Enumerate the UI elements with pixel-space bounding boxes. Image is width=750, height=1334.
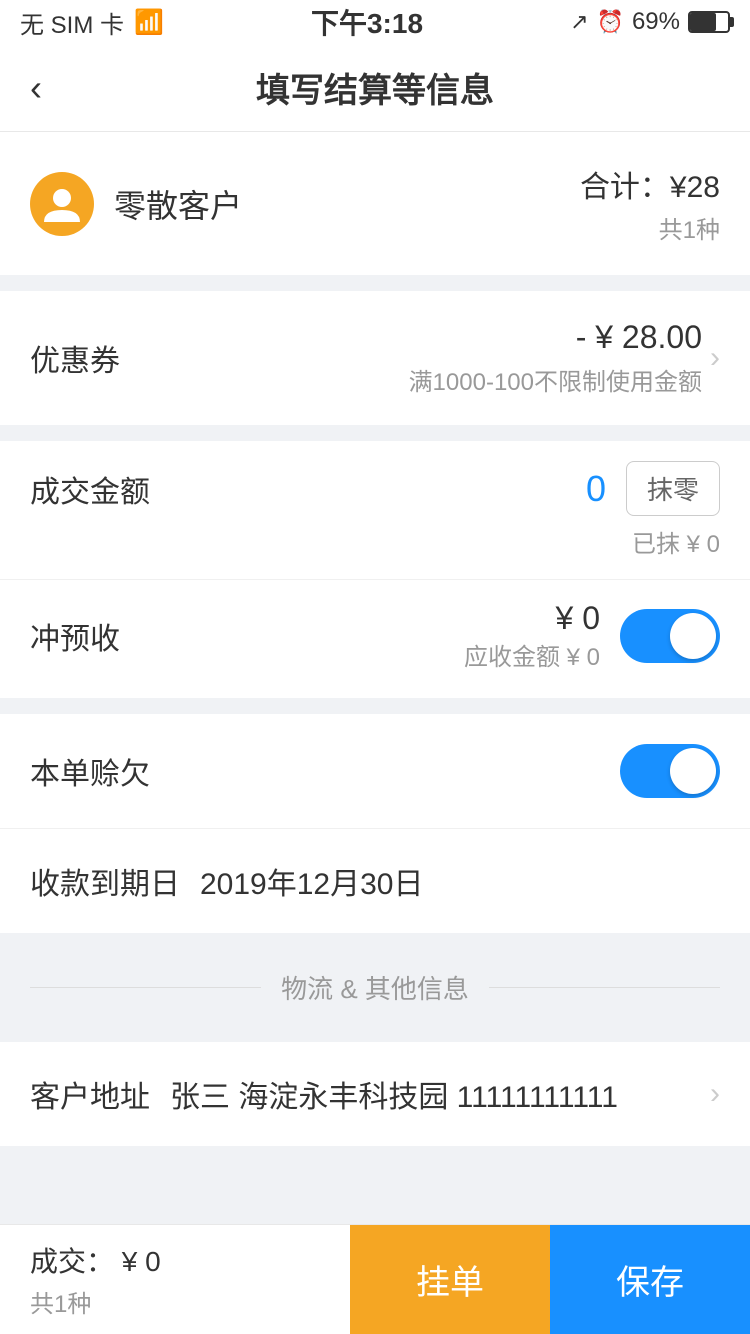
divider-line-left xyxy=(30,987,261,988)
bottom-transaction-label: 成交： xyxy=(30,1246,114,1277)
battery-label: 69% xyxy=(632,8,680,36)
status-bar-left: 无 SIM 卡 📶 xyxy=(20,5,164,40)
user-icon xyxy=(42,184,82,224)
address-section: 客户地址 张三 海淀永丰科技园 11111111111 › xyxy=(0,1042,750,1146)
coupon-section: 优惠券 - ¥ 28.00 满1000-100不限制使用金额 › xyxy=(0,291,750,425)
prepay-top: 冲预收 ¥ 0 应收金额 ¥ 0 xyxy=(30,600,720,672)
prepay-amount: ¥ 0 xyxy=(464,600,600,637)
bottom-bar: 成交： ¥ 0 共1种 挂单 保存 xyxy=(0,1224,750,1334)
address-row[interactable]: 客户地址 张三 海淀永丰科技园 11111111111 › xyxy=(0,1042,750,1146)
total-count: 共1种 xyxy=(580,210,720,245)
coupon-chevron-icon: › xyxy=(710,341,720,375)
prepay-toggle[interactable] xyxy=(620,609,720,663)
transaction-section: 成交金额 0 抹零 已抹 ¥ 0 冲预收 ¥ 0 应收金额 ¥ 0 xyxy=(0,441,750,698)
transaction-bottom: 已抹 ¥ 0 xyxy=(30,524,720,559)
transaction-label: 成交金额 xyxy=(30,467,150,511)
prepay-row: 冲预收 ¥ 0 应收金额 ¥ 0 xyxy=(0,580,750,698)
transaction-value[interactable]: 0 xyxy=(546,468,606,510)
credit-toggle[interactable] xyxy=(620,744,720,798)
divider-line-right xyxy=(489,987,720,988)
customer-right: 合计：¥28 共1种 xyxy=(580,162,720,245)
carrier-label: 无 SIM 卡 xyxy=(20,5,124,40)
content: 零散客户 合计：¥28 共1种 优惠券 - ¥ 28.00 满1000-100不… xyxy=(0,132,750,1282)
logistics-divider: 物流 & 其他信息 xyxy=(0,949,750,1026)
logistics-divider-text: 物流 & 其他信息 xyxy=(281,969,469,1006)
coupon-row[interactable]: 优惠券 - ¥ 28.00 满1000-100不限制使用金额 › xyxy=(0,291,750,425)
status-bar: 无 SIM 卡 📶 下午3:18 ↗ ⏰ 69% xyxy=(0,0,750,44)
already-rounded: 已抹 ¥ 0 xyxy=(632,524,720,559)
alarm-icon: ⏰ xyxy=(597,9,624,35)
due-date-value[interactable]: 2019年12月30日 xyxy=(200,859,423,903)
bottom-transaction: 成交： ¥ 0 xyxy=(30,1240,320,1280)
transaction-row: 成交金额 0 抹零 已抹 ¥ 0 xyxy=(0,441,750,580)
back-button[interactable]: ‹ xyxy=(30,67,42,109)
customer-left: 零散客户 xyxy=(30,172,242,236)
coupon-discount: - ¥ 28.00 xyxy=(409,319,702,356)
coupon-desc: 满1000-100不限制使用金额 xyxy=(409,362,702,397)
due-date-row: 收款到期日 2019年12月30日 xyxy=(0,829,750,933)
bottom-info: 成交： ¥ 0 共1种 xyxy=(0,1240,350,1319)
credit-section: 本单赊欠 收款到期日 2019年12月30日 xyxy=(0,714,750,933)
nav-bar: ‹ 填写结算等信息 xyxy=(0,44,750,132)
logistics-section: 物流 & 其他信息 xyxy=(0,949,750,1026)
prepay-label: 冲预收 xyxy=(30,614,120,658)
bottom-transaction-value: ¥ 0 xyxy=(122,1246,161,1277)
location-icon: ↗ xyxy=(570,9,588,35)
customer-row: 零散客户 合计：¥28 共1种 xyxy=(0,132,750,275)
coupon-right: - ¥ 28.00 满1000-100不限制使用金额 xyxy=(409,319,702,397)
avatar xyxy=(30,172,94,236)
round-button[interactable]: 抹零 xyxy=(626,461,720,516)
save-button[interactable]: 保存 xyxy=(550,1225,750,1334)
suspend-button[interactable]: 挂单 xyxy=(350,1225,550,1334)
credit-toggle-knob xyxy=(670,748,716,794)
page-title: 填写结算等信息 xyxy=(256,63,494,112)
customer-name: 零散客户 xyxy=(114,181,242,227)
status-bar-right: ↗ ⏰ 69% xyxy=(570,8,730,36)
toggle-knob xyxy=(670,613,716,659)
prepay-receivable: 应收金额 ¥ 0 xyxy=(464,637,600,672)
total-amount: 合计：¥28 xyxy=(580,162,720,206)
transaction-top: 成交金额 0 抹零 xyxy=(30,461,720,516)
address-label: 客户地址 xyxy=(30,1072,150,1116)
status-bar-time: 下午3:18 xyxy=(311,2,423,42)
bottom-count: 共1种 xyxy=(30,1284,320,1319)
coupon-label: 优惠券 xyxy=(30,336,120,380)
address-value: 张三 海淀永丰科技园 11111111111 xyxy=(170,1072,682,1116)
address-chevron-icon: › xyxy=(710,1077,720,1111)
due-date-label: 收款到期日 xyxy=(30,859,180,903)
battery-icon xyxy=(688,11,730,33)
credit-row: 本单赊欠 xyxy=(0,714,750,829)
customer-section: 零散客户 合计：¥28 共1种 xyxy=(0,132,750,275)
credit-label: 本单赊欠 xyxy=(30,749,150,793)
wifi-icon: 📶 xyxy=(134,8,164,37)
